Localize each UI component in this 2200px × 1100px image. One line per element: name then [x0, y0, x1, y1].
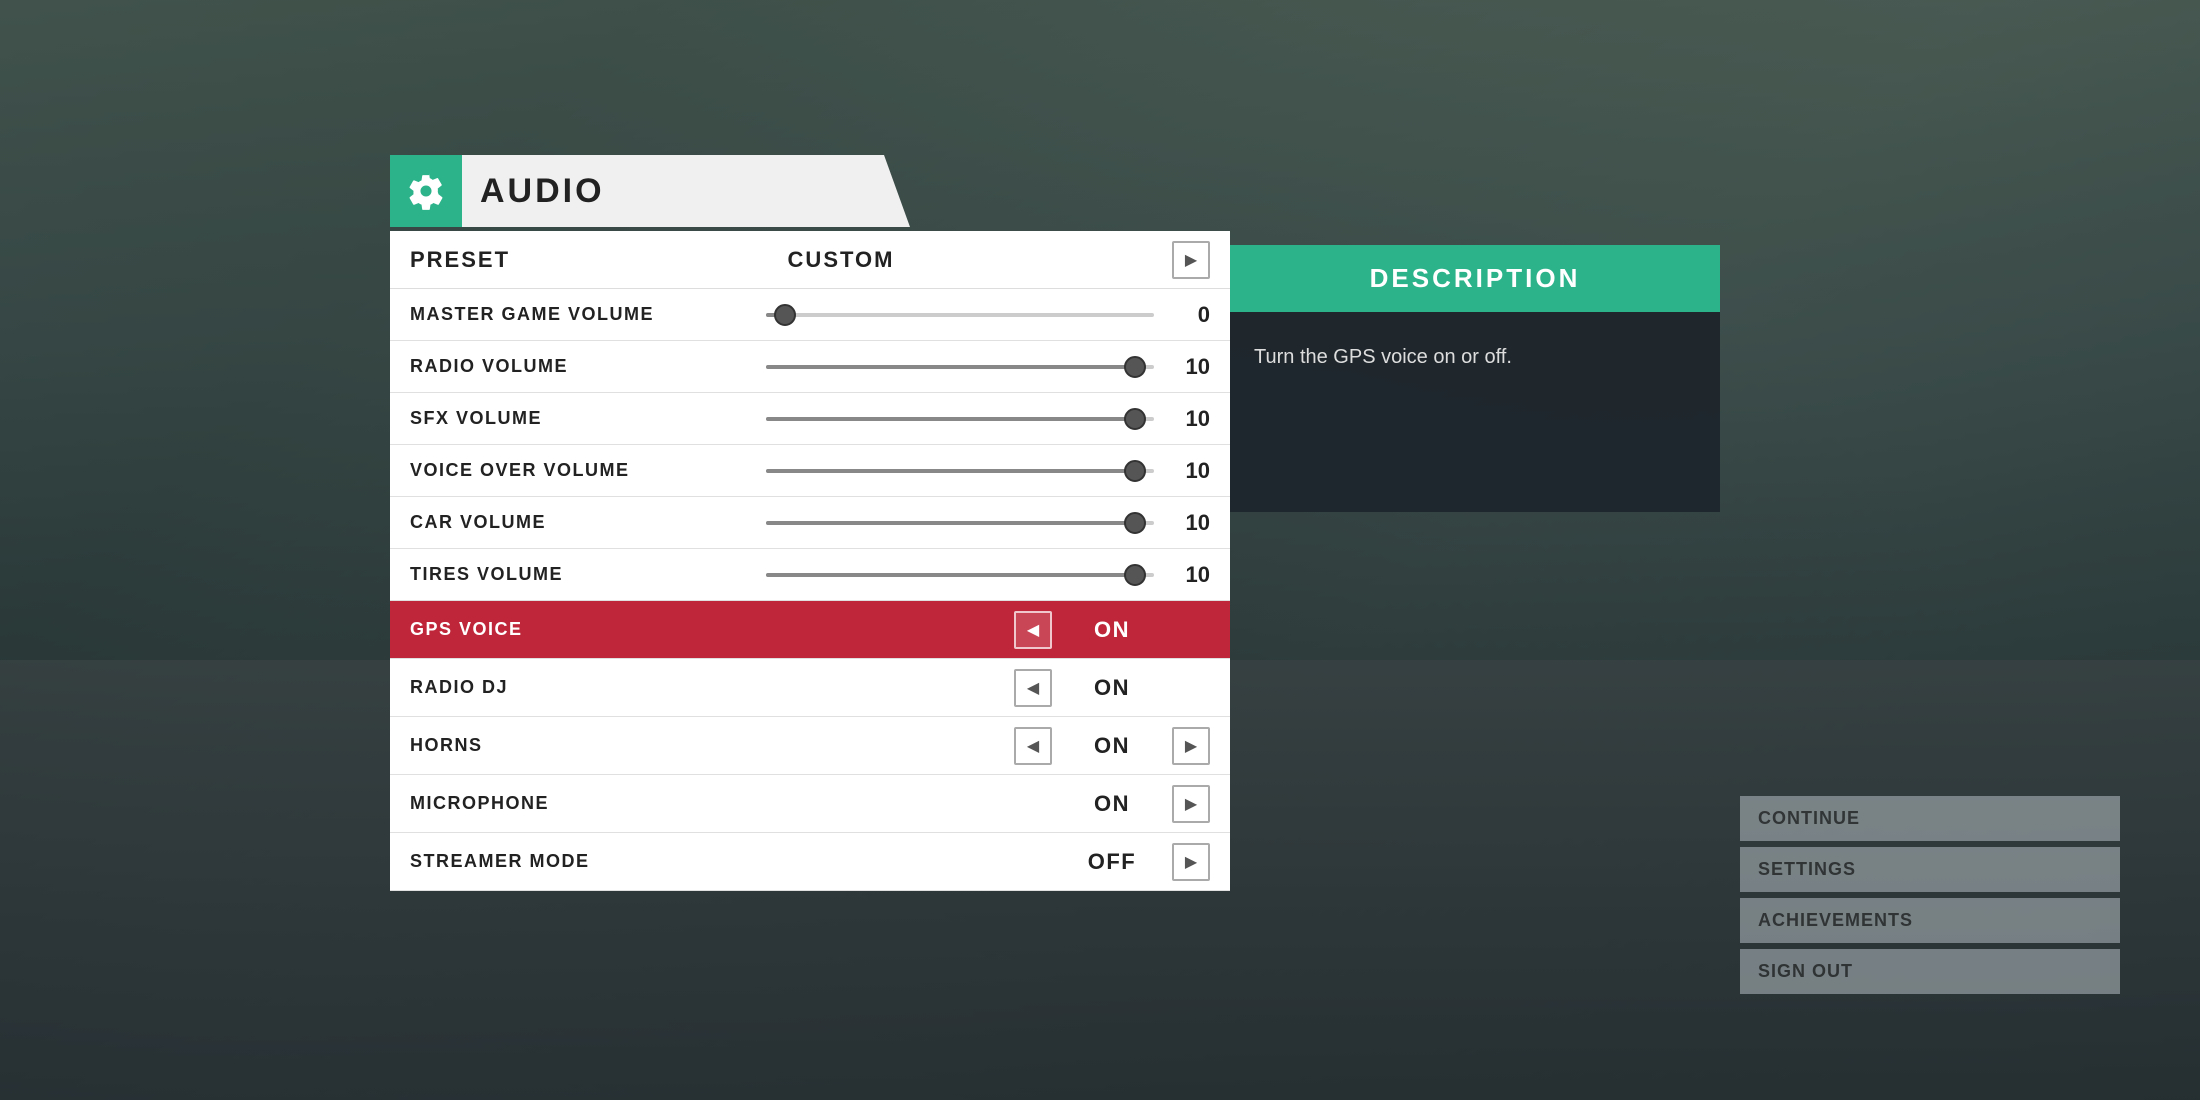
description-text: Turn the GPS voice on or off.	[1254, 342, 1696, 372]
slider-thumb-3[interactable]	[1124, 460, 1146, 482]
slider-track-container-1[interactable]	[766, 362, 1154, 372]
audio-title: AUDIO	[462, 172, 605, 211]
slider-fill-1	[766, 365, 1135, 369]
slider-track-container-5[interactable]	[766, 570, 1154, 580]
slider-label-4: CAR VOLUME	[410, 512, 750, 533]
slider-track-container-0[interactable]	[766, 310, 1154, 320]
slider-fill-4	[766, 521, 1135, 525]
toggle-right-btn-4[interactable]: ▶	[1172, 843, 1210, 881]
toggle-row: HORNS ◀ ON ▶	[390, 717, 1230, 775]
slider-label-3: VOICE OVER VOLUME	[410, 460, 750, 481]
toggle-label-0: GPS VOICE	[410, 619, 750, 640]
slider-value-1: 10	[1170, 354, 1210, 380]
preset-label: PRESET	[410, 247, 510, 273]
slider-value-2: 10	[1170, 406, 1210, 432]
toggle-value-3: ON	[1052, 791, 1172, 817]
slider-fill-3	[766, 469, 1135, 473]
toggle-row: STREAMER MODE OFF ▶	[390, 833, 1230, 891]
toggle-value-2: ON	[1052, 733, 1172, 759]
slider-track-4	[766, 521, 1154, 525]
slider-row: SFX VOLUME 10	[390, 393, 1230, 445]
slider-fill-2	[766, 417, 1135, 421]
side-panel-item: ACHIEVEMENTS	[1740, 898, 2120, 943]
side-panel-item: SETTINGS	[1740, 847, 2120, 892]
slider-row: VOICE OVER VOLUME 10	[390, 445, 1230, 497]
side-panel-item: CONTINUE	[1740, 796, 2120, 841]
slider-fill-5	[766, 573, 1135, 577]
slider-thumb-5[interactable]	[1124, 564, 1146, 586]
description-body: Turn the GPS voice on or off.	[1230, 312, 1720, 512]
description-title: DESCRIPTION	[1370, 263, 1581, 293]
main-panel: AUDIO PRESET CUSTOM ▶ MASTER GAME VOLUME…	[390, 155, 1230, 891]
slider-value-4: 10	[1170, 510, 1210, 536]
preset-nav-right-button[interactable]: ▶	[1172, 241, 1210, 279]
settings-panel: PRESET CUSTOM ▶ MASTER GAME VOLUME 0 RAD…	[390, 231, 1230, 891]
slider-row: MASTER GAME VOLUME 0	[390, 289, 1230, 341]
toggle-right-btn-3[interactable]: ▶	[1172, 785, 1210, 823]
slider-thumb-1[interactable]	[1124, 356, 1146, 378]
custom-label: CUSTOM	[788, 247, 895, 273]
slider-row: RADIO VOLUME 10	[390, 341, 1230, 393]
toggle-label-2: HORNS	[410, 735, 750, 756]
slider-track-container-3[interactable]	[766, 466, 1154, 476]
slider-thumb-2[interactable]	[1124, 408, 1146, 430]
slider-label-5: TIRES VOLUME	[410, 564, 750, 585]
side-panel: CONTINUE SETTINGS ACHIEVEMENTS SIGN OUT	[1740, 796, 2120, 1000]
toggle-label-3: MICROPHONE	[410, 793, 750, 814]
toggle-label-1: RADIO DJ	[410, 677, 750, 698]
slider-label-2: SFX VOLUME	[410, 408, 750, 429]
toggle-value-0: ON	[1052, 617, 1172, 643]
slider-thumb-0[interactable]	[774, 304, 796, 326]
toggle-right-btn-2[interactable]: ▶	[1172, 727, 1210, 765]
toggle-left-btn-2[interactable]: ◀	[1014, 727, 1052, 765]
toggle-left-btn-0[interactable]: ◀	[1014, 611, 1052, 649]
slider-rows-container: MASTER GAME VOLUME 0 RADIO VOLUME 10 SFX…	[390, 289, 1230, 601]
toggle-value-4: OFF	[1052, 849, 1172, 875]
toggle-row: RADIO DJ ◀ ON	[390, 659, 1230, 717]
slider-track-3	[766, 469, 1154, 473]
slider-track-container-2[interactable]	[766, 414, 1154, 424]
slider-label-0: MASTER GAME VOLUME	[410, 304, 750, 325]
slider-value-5: 10	[1170, 562, 1210, 588]
slider-row: CAR VOLUME 10	[390, 497, 1230, 549]
toggle-row: GPS VOICE ◀ ON	[390, 601, 1230, 659]
toggle-label-4: STREAMER MODE	[410, 851, 750, 872]
toggle-rows-container: GPS VOICE ◀ ON RADIO DJ ◀ ON HORNS ◀ ON …	[390, 601, 1230, 891]
slider-track-0	[766, 313, 1154, 317]
description-header: DESCRIPTION	[1230, 245, 1720, 312]
gear-icon	[407, 172, 445, 210]
toggle-row: MICROPHONE ON ▶	[390, 775, 1230, 833]
toggle-left-btn-1[interactable]: ◀	[1014, 669, 1052, 707]
slider-track-1	[766, 365, 1154, 369]
slider-row: TIRES VOLUME 10	[390, 549, 1230, 601]
slider-track-container-4[interactable]	[766, 518, 1154, 528]
toggle-value-1: ON	[1052, 675, 1172, 701]
slider-value-3: 10	[1170, 458, 1210, 484]
audio-icon-bg	[390, 155, 462, 227]
description-panel: DESCRIPTION Turn the GPS voice on or off…	[1230, 245, 1720, 512]
slider-label-1: RADIO VOLUME	[410, 356, 750, 377]
slider-value-0: 0	[1170, 302, 1210, 328]
audio-header: AUDIO	[390, 155, 910, 227]
side-panel-item: SIGN OUT	[1740, 949, 2120, 994]
slider-thumb-4[interactable]	[1124, 512, 1146, 534]
slider-track-5	[766, 573, 1154, 577]
preset-row: PRESET CUSTOM ▶	[390, 231, 1230, 289]
slider-track-2	[766, 417, 1154, 421]
